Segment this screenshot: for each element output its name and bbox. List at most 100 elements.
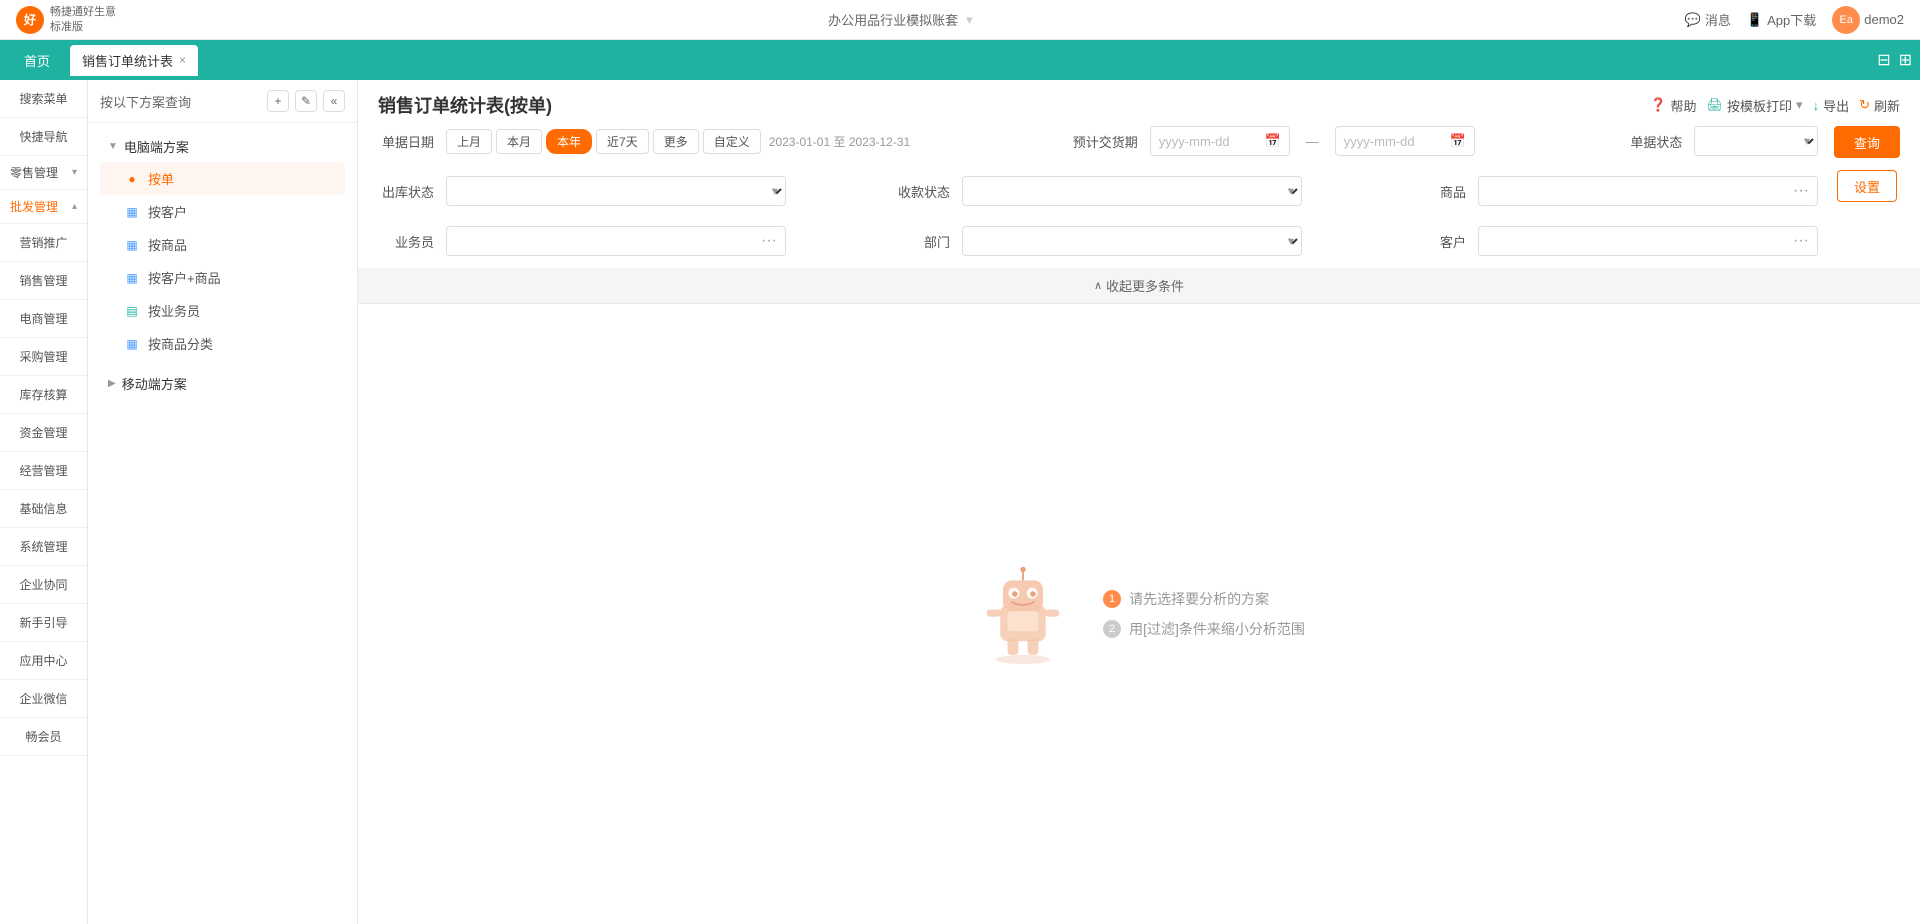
custom-date-button[interactable]: 自定义 [703, 129, 761, 154]
sidebar-item-enterprise[interactable]: 企业协同 [0, 566, 87, 604]
calendar-icon2: 📅 [1450, 133, 1466, 149]
tab-home[interactable]: 首页 [8, 45, 66, 76]
status-filter-label: 单据状态 [1622, 132, 1682, 151]
product-dots-button[interactable]: ··· [1793, 182, 1809, 200]
sidebar-item-marketing[interactable]: 营销推广 [0, 224, 87, 262]
scheme-item-by-customer[interactable]: ▦ 按客户 [100, 195, 345, 228]
sidebar-item-member[interactable]: 畅会员 [0, 718, 87, 756]
salesperson-label: 业务员 [378, 232, 434, 251]
sidebar-item-sales[interactable]: 销售管理 [0, 262, 87, 300]
category-scheme-icon: ▦ [124, 336, 140, 352]
filter-row-delivery: 出库状态 收款状态 商品 [378, 176, 1818, 206]
empty-tips: 1 请先选择要分析的方案 2 用[过滤]条件来缩小分析范围 [1103, 589, 1305, 639]
payment-select[interactable] [962, 176, 1302, 206]
refresh-button[interactable]: ↻ 刷新 [1859, 96, 1900, 115]
settings-button[interactable]: 设置 [1837, 170, 1897, 202]
customer-dots-button[interactable]: ··· [1793, 232, 1809, 250]
sidebar-item-purchase[interactable]: 采购管理 [0, 338, 87, 376]
product-scheme-icon: ▦ [124, 237, 140, 253]
tab-close-icon[interactable]: × [179, 53, 186, 67]
top-actions: 销售订单统计表(按单) ❓ 帮助 🖨 按模板打印 ▾ ↓ [378, 92, 1900, 118]
page-title: 销售订单统计表(按单) [378, 92, 552, 118]
scheme-item-by-order[interactable]: ● 按单 [100, 162, 345, 195]
app-download-button[interactable]: 📱 App下载 [1747, 10, 1816, 29]
print-icon: 🖨 [1707, 97, 1724, 113]
scheme-item-by-category[interactable]: ▦ 按商品分类 [100, 327, 345, 360]
tab-sales-order[interactable]: 销售订单统计表 × [70, 45, 198, 76]
right-content: 销售订单统计表(按单) ❓ 帮助 🖨 按模板打印 ▾ ↓ [358, 80, 1920, 924]
user-profile[interactable]: Ea demo2 [1832, 6, 1904, 34]
payment-label: 收款状态 [894, 182, 950, 201]
delivery-label: 出库状态 [378, 182, 434, 201]
breadcrumb[interactable]: 办公用品行业模拟账套 ▾ [828, 10, 973, 29]
sidebar-item-ecommerce[interactable]: 电商管理 [0, 300, 87, 338]
top-bar: 好 畅捷通好生意 标准版 办公用品行业模拟账套 ▾ 💬 消息 📱 App下载 E… [0, 0, 1920, 40]
expected-date-start[interactable]: yyyy-mm-dd 📅 [1150, 126, 1290, 156]
empty-tip-2: 2 用[过滤]条件来缩小分析范围 [1103, 619, 1305, 639]
edit-scheme-button[interactable]: ✎ [295, 90, 317, 112]
print-button[interactable]: 🖨 按模板打印 ▾ [1707, 96, 1803, 115]
empty-state: 1 请先选择要分析的方案 2 用[过滤]条件来缩小分析范围 [358, 304, 1920, 924]
scheme-group-mobile[interactable]: ▶ 移动端方案 [100, 368, 345, 399]
sidebar-item-search[interactable]: 搜索菜单 [0, 80, 87, 118]
sidebar-item-inventory[interactable]: 库存核算 [0, 376, 87, 414]
print-arrow-icon: ▾ [1796, 97, 1803, 113]
sidebar-item-wholesale[interactable]: 批发管理 ▴ [0, 190, 87, 224]
add-scheme-button[interactable]: + [267, 90, 289, 112]
more-date-button[interactable]: 更多 [653, 129, 699, 154]
sidebar-item-sysmanage[interactable]: 系统管理 [0, 528, 87, 566]
salesperson-scheme-icon: ▤ [124, 303, 140, 319]
sidebar-item-newuser[interactable]: 新手引导 [0, 604, 87, 642]
scheme-item-by-salesperson[interactable]: ▤ 按业务员 [100, 294, 345, 327]
date-filter-label: 单据日期 [378, 132, 434, 151]
customer-scheme-icon: ▦ [124, 204, 140, 220]
collapse-bar[interactable]: ∧ 收起更多条件 [358, 268, 1920, 304]
payment-select-wrapper [962, 176, 1302, 206]
department-select[interactable] [962, 226, 1302, 256]
main-layout: 搜索菜单 快捷导航 零售管理 ▾ 批发管理 ▴ 营销推广 销售管理 电商管理 采… [0, 80, 1920, 924]
top-bar-left: 好 畅捷通好生意 标准版 [16, 5, 116, 34]
help-button[interactable]: ❓ 帮助 [1650, 96, 1696, 115]
sidebar-item-quicknav[interactable]: 快捷导航 [0, 118, 87, 156]
sidebar-item-retail[interactable]: 零售管理 ▾ [0, 156, 87, 190]
export-button[interactable]: ↓ 导出 [1813, 96, 1850, 115]
export-icon: ↓ [1813, 98, 1820, 113]
scheme-group-desktop[interactable]: ▼ 电脑端方案 [100, 131, 345, 162]
content-area: 按以下方案查询 + ✎ « ▼ 电脑端方案 ● 按单 ▦ 按客户 [88, 80, 1920, 924]
scheme-item-by-customer-product[interactable]: ▦ 按客户+商品 [100, 261, 345, 294]
chevron-down-icon: ▾ [72, 167, 77, 178]
delivery-select[interactable] [446, 176, 786, 206]
sidebar-item-finance[interactable]: 资金管理 [0, 414, 87, 452]
calendar-icon: 📅 [1265, 133, 1281, 149]
order-scheme-icon: ● [124, 171, 140, 187]
query-button[interactable]: 查询 [1834, 126, 1900, 158]
collapse-up-icon: ∧ [1094, 279, 1102, 292]
salesperson-dots-button[interactable]: ··· [761, 232, 777, 250]
message-icon: 💬 [1685, 12, 1701, 28]
chevron-up-icon: ▴ [72, 201, 77, 212]
avatar: Ea [1832, 6, 1860, 34]
top-section: 销售订单统计表(按单) ❓ 帮助 🖨 按模板打印 ▾ ↓ [358, 80, 1920, 268]
expected-date-end[interactable]: yyyy-mm-dd 📅 [1335, 126, 1475, 156]
this-month-button[interactable]: 本月 [496, 129, 542, 154]
scheme-item-by-product[interactable]: ▦ 按商品 [100, 228, 345, 261]
collapse-panel-button[interactable]: « [323, 90, 345, 112]
left-panel-header: 按以下方案查询 + ✎ « [88, 80, 357, 123]
last7-button[interactable]: 近7天 [596, 129, 649, 154]
breadcrumb-arrow: ▾ [966, 12, 973, 28]
logo-icon: 好 [16, 6, 44, 34]
customer-label: 客户 [1410, 232, 1466, 251]
window-expand-icon[interactable]: ⊞ [1899, 50, 1912, 70]
sidebar-item-wechat[interactable]: 企业微信 [0, 680, 87, 718]
sidebar-item-appcenter[interactable]: 应用中心 [0, 642, 87, 680]
this-year-button[interactable]: 本年 [546, 129, 592, 154]
status-select[interactable] [1694, 126, 1818, 156]
sidebar-item-basicinfo[interactable]: 基础信息 [0, 490, 87, 528]
sidebar-item-operations[interactable]: 经营管理 [0, 452, 87, 490]
logo-area: 好 畅捷通好生意 标准版 [16, 5, 116, 34]
last-month-button[interactable]: 上月 [446, 129, 492, 154]
customerproduct-scheme-icon: ▦ [124, 270, 140, 286]
message-button[interactable]: 💬 消息 [1685, 10, 1731, 29]
window-minimize-icon[interactable]: ⊟ [1877, 50, 1890, 70]
top-action-buttons: ❓ 帮助 🖨 按模板打印 ▾ ↓ 导出 ↻ [1650, 96, 1900, 115]
